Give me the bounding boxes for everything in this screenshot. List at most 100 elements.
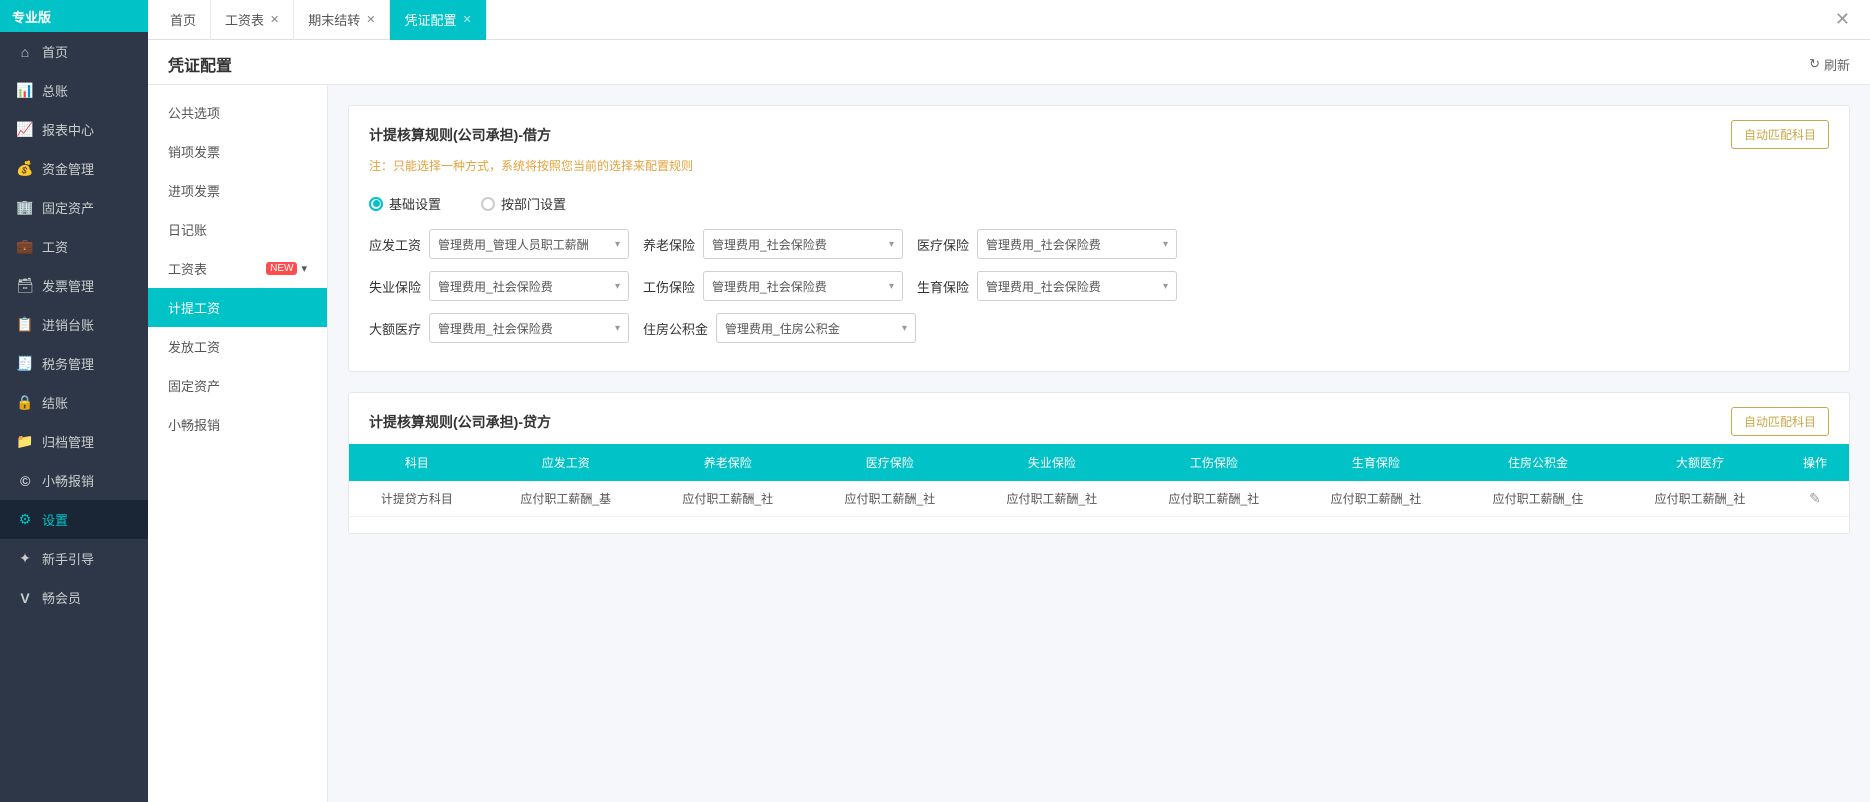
invoice-icon: 🗃 (16, 277, 34, 294)
cell-yanglao[interactable]: 应付职工薪酬_社 (647, 481, 809, 517)
nav-payroll-table[interactable]: 工资表 NEW ▾ (148, 249, 327, 288)
sidebar-label-guide: 新手引导 (42, 549, 94, 568)
sidebar-item-invoice[interactable]: 🗃 发票管理 (0, 266, 148, 305)
select-yiliao[interactable]: 管理费用_社会保险费 ▾ (977, 229, 1177, 259)
cell-yiliao[interactable]: 应付职工薪酬_社 (809, 481, 971, 517)
select-yingfa[interactable]: 管理费用_管理人员职工薪酬 ▾ (429, 229, 629, 259)
nav-issue-label: 发放工资 (168, 337, 220, 356)
nav-purchase-invoice[interactable]: 进项发票 (148, 171, 327, 210)
sidebar-label-archive: 归档管理 (42, 432, 94, 451)
sidebar-item-ledger[interactable]: 📊 总账 (0, 71, 148, 110)
tab-payroll-close[interactable]: ✕ (270, 13, 279, 26)
select-shengyu[interactable]: 管理费用_社会保险费 ▾ (977, 271, 1177, 301)
nav-public[interactable]: 公共选项 (148, 93, 327, 132)
select-dae[interactable]: 管理费用_社会保险费 ▾ (429, 313, 629, 343)
cell-gjj[interactable]: 应付职工薪酬_住 (1457, 481, 1619, 517)
sidebar-item-capital[interactable]: 💰 资金管理 (0, 149, 148, 188)
tab-voucher[interactable]: 凭证配置 ✕ (390, 0, 486, 40)
sidebar-item-home[interactable]: ⌂ 首页 (0, 32, 148, 71)
field-gjj: 住房公积金 管理费用_住房公积金 ▾ (643, 313, 916, 343)
cell-gongshang[interactable]: 应付职工薪酬_社 (1133, 481, 1295, 517)
tab-home[interactable]: 首页 (156, 0, 211, 40)
debit-body: 基础设置 按部门设置 应发工资 管理费用_管理人员职工薪酬 (349, 184, 1849, 371)
nav-public-label: 公共选项 (168, 103, 220, 122)
radio-department[interactable]: 按部门设置 (481, 194, 566, 213)
edit-icon[interactable]: ✎ (1809, 490, 1821, 506)
debit-title: 计提核算规则(公司承担)-借方 (369, 125, 551, 145)
sidebar-item-guide[interactable]: ✦ 新手引导 (0, 539, 148, 578)
closing-icon: 🔒 (16, 394, 34, 411)
table-header-row: 科目 应发工资 养老保险 医疗保险 失业保险 工伤保险 生育保险 住房公积金 大… (349, 444, 1849, 481)
tab-payroll[interactable]: 工资表 ✕ (211, 0, 294, 40)
sidebar-item-tax[interactable]: 🧾 税务管理 (0, 344, 148, 383)
topbar: 首页 工资表 ✕ 期末结转 ✕ 凭证配置 ✕ ✕ (148, 0, 1870, 40)
chevron-down-icon: ▾ (615, 239, 620, 250)
sidebar-label-fixed: 固定资产 (42, 198, 94, 217)
cell-shengyu[interactable]: 应付职工薪酬_社 (1295, 481, 1457, 517)
nav-journal[interactable]: 日记账 (148, 210, 327, 249)
nav-issue-salary[interactable]: 发放工资 (148, 327, 327, 366)
fixed-icon: 🏢 (16, 199, 34, 216)
close-main-btn[interactable]: ✕ (1823, 9, 1862, 30)
sidebar-label-tax: 税务管理 (42, 354, 94, 373)
sidebar-item-closing[interactable]: 🔒 结账 (0, 383, 148, 422)
debit-section: 计提核算规则(公司承担)-借方 自动匹配科目 注：只能选择一种方式，系统将按照您… (348, 105, 1850, 372)
select-gongshang[interactable]: 管理费用_社会保险费 ▾ (703, 271, 903, 301)
cell-shiye[interactable]: 应付职工薪酬_社 (971, 481, 1133, 517)
sidebar-label-report: 报表中心 (42, 120, 94, 139)
select-yingfa-value: 管理费用_管理人员职工薪酬 (438, 236, 589, 253)
table-head: 科目 应发工资 养老保险 医疗保险 失业保险 工伤保险 生育保险 住房公积金 大… (349, 444, 1849, 481)
credit-auto-match-button[interactable]: 自动匹配科目 (1731, 407, 1829, 436)
nav-sales-invoice[interactable]: 销项发票 (148, 132, 327, 171)
table-row: 计提贷方科目 应付职工薪酬_基 应付职工薪酬_社 应付职工薪酬_社 应付职工薪酬… (349, 481, 1849, 517)
select-shiye[interactable]: 管理费用_社会保险费 ▾ (429, 271, 629, 301)
select-gongshang-value: 管理费用_社会保险费 (712, 278, 827, 295)
field-yiliao: 医疗保险 管理费用_社会保险费 ▾ (917, 229, 1177, 259)
th-gongshang: 工伤保险 (1133, 444, 1295, 481)
credit-header: 计提核算规则(公司承担)-贷方 自动匹配科目 (349, 393, 1849, 444)
nav-xiaochang-reimburse[interactable]: 小畅报销 (148, 405, 327, 444)
sidebar-item-settings[interactable]: ⚙ 设置 (0, 500, 148, 539)
label-yanglao: 养老保险 (643, 235, 695, 254)
radio-basic[interactable]: 基础设置 (369, 194, 441, 213)
salary-icon: 💼 (16, 238, 34, 255)
credit-section: 计提核算规则(公司承担)-贷方 自动匹配科目 科目 应发工资 养老保险 医疗保险… (348, 392, 1850, 534)
cell-edit[interactable]: ✎ (1781, 481, 1849, 517)
sidebar-item-salary[interactable]: 💼 工资 (0, 227, 148, 266)
label-yiliao: 医疗保险 (917, 235, 969, 254)
th-shengyu: 生育保险 (1295, 444, 1457, 481)
sidebar-item-report[interactable]: 📈 报表中心 (0, 110, 148, 149)
debit-row-2: 失业保险 管理费用_社会保险费 ▾ 工伤保险 管理费用_社会保险费 ▾ (369, 271, 1829, 301)
archive-icon: 📁 (16, 433, 34, 450)
sidebar-item-vip[interactable]: V 畅会员 (0, 578, 148, 617)
sidebar-item-archive[interactable]: 📁 归档管理 (0, 422, 148, 461)
tax-icon: 🧾 (16, 355, 34, 372)
nav-sales-label: 销项发票 (168, 142, 220, 161)
sidebar-item-fixed[interactable]: 🏢 固定资产 (0, 188, 148, 227)
field-dae: 大额医疗 管理费用_社会保险费 ▾ (369, 313, 629, 343)
tab-period[interactable]: 期末结转 ✕ (294, 0, 390, 40)
debit-note: 注：只能选择一种方式，系统将按照您当前的选择来配置规则 (349, 157, 1849, 184)
chevron-down-icon: ▾ (889, 281, 894, 292)
tab-period-close[interactable]: ✕ (366, 13, 375, 26)
sidebar-item-trade[interactable]: 📋 进销台账 (0, 305, 148, 344)
select-yanglao[interactable]: 管理费用_社会保险费 ▾ (703, 229, 903, 259)
nav-fixed-asset[interactable]: 固定资产 (148, 366, 327, 405)
select-gjj[interactable]: 管理费用_住房公积金 ▾ (716, 313, 916, 343)
nav-calc-label: 计提工资 (168, 298, 220, 317)
cell-dae[interactable]: 应付职工薪酬_社 (1619, 481, 1781, 517)
chevron-icon: ▾ (301, 262, 307, 275)
th-dae: 大额医疗 (1619, 444, 1781, 481)
sidebar-label-settings: 设置 (42, 510, 68, 529)
debit-auto-match-button[interactable]: 自动匹配科目 (1731, 120, 1829, 149)
sidebar-item-xiaochang[interactable]: © 小畅报销 (0, 461, 148, 500)
tab-voucher-close[interactable]: ✕ (463, 13, 472, 26)
label-yingfa: 应发工资 (369, 235, 421, 254)
nav-journal-label: 日记账 (168, 220, 207, 239)
field-shiye: 失业保险 管理费用_社会保险费 ▾ (369, 271, 629, 301)
sidebar-label-trade: 进销台账 (42, 315, 94, 334)
nav-payroll-label: 工资表 (168, 259, 207, 278)
nav-calc-salary[interactable]: 计提工资 (148, 288, 327, 327)
refresh-button[interactable]: ↻ 刷新 (1809, 55, 1850, 74)
cell-yingfa[interactable]: 应付职工薪酬_基 (485, 481, 647, 517)
